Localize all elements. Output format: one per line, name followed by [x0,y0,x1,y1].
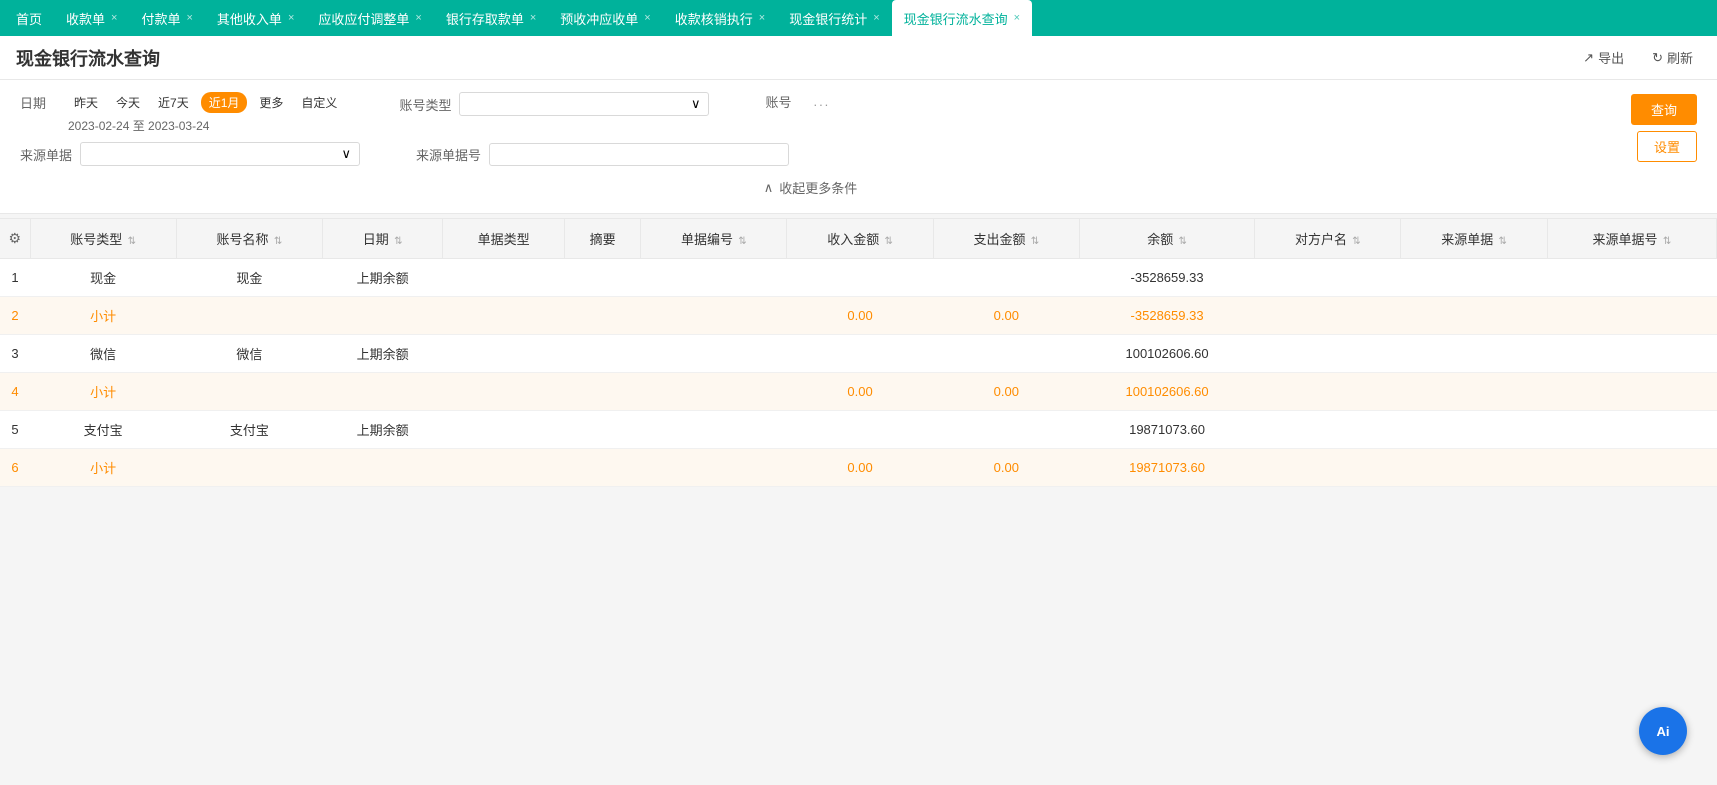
close-icon[interactable]: × [415,12,421,24]
close-icon[interactable]: × [111,12,117,24]
sort-icon[interactable]: ⇅ [885,236,893,247]
col-income: 收入金额 ⇅ [787,219,933,259]
close-icon[interactable]: × [1014,12,1020,24]
sort-icon[interactable]: ⇅ [1499,236,1507,247]
export-icon: ↗ [1583,50,1594,66]
data-table-area: ⚙ 账号类型 ⇅ 账号名称 ⇅ 日期 ⇅ 单据类型 摘要 [0,218,1717,487]
col-date: 日期 ⇅ [323,219,443,259]
header-actions: ↗ 导出 ↻ 刷新 [1575,44,1701,71]
table-row[interactable]: 2小计0.000.00-3528659.33 [0,297,1717,335]
date-label: 日期 [20,93,60,112]
nav-advance[interactable]: 预收冲应收单 × [548,0,662,36]
refresh-button[interactable]: ↻ 刷新 [1644,44,1701,71]
col-doc-type: 单据类型 [443,219,565,259]
sort-icon[interactable]: ⇅ [1663,236,1671,247]
page-header: 现金银行流水查询 ↗ 导出 ↻ 刷新 [0,36,1717,80]
col-source-doc: 来源单据 ⇅ [1401,219,1547,259]
source-doc-select[interactable]: ∨ [80,142,360,166]
nav-payment[interactable]: 付款单 × [129,0,204,36]
account-label: 账号 [765,92,805,111]
col-doc-no: 单据编号 ⇅ [641,219,787,259]
col-summary: 摘要 [565,219,641,259]
nav-cash-stats[interactable]: 现金银行统计 × [777,0,891,36]
source-doc-no-input[interactable] [489,143,789,166]
chevron-up-icon: ∧ [764,180,774,196]
nav-collection[interactable]: 收款核销执行 × [663,0,777,36]
account-type-select[interactable]: ∨ [459,92,709,116]
date-options: 昨天 今天 近7天 近1月 更多 自定义 [68,92,343,113]
setting-button[interactable]: 设置 [1637,131,1697,162]
source-doc-label: 来源单据 [20,145,72,164]
close-icon[interactable]: × [644,12,650,24]
col-balance: 余额 ⇅ [1079,219,1254,259]
table-row[interactable]: 3微信微信上期余额100102606.60 [0,335,1717,373]
account-type-label: 账号类型 [399,95,451,114]
nav-receipt[interactable]: 收款单 × [54,0,129,36]
date-7days[interactable]: 近7天 [152,92,195,113]
date-range: 2023-02-24 至 2023-03-24 [68,119,209,133]
collapse-bar[interactable]: ∧ 收起更多条件 [20,174,1601,201]
ai-button[interactable]: Ai [1639,707,1687,755]
table-settings-header: ⚙ [0,219,30,259]
sort-icon[interactable]: ⇅ [128,236,136,247]
nav-home[interactable]: 首页 [4,0,54,36]
sort-icon[interactable]: ⇅ [274,236,282,247]
table-row[interactable]: 6小计0.000.0019871073.60 [0,449,1717,487]
chevron-down-icon: ∨ [342,146,352,162]
filter-area: 日期 昨天 今天 近7天 近1月 更多 自定义 2023-02-24 至 202… [0,80,1717,214]
nav-other-income[interactable]: 其他收入单 × [205,0,306,36]
close-icon[interactable]: × [759,12,765,24]
date-custom[interactable]: 自定义 [295,92,343,113]
close-icon[interactable]: × [873,12,879,24]
page-title: 现金银行流水查询 [16,45,160,71]
close-icon[interactable]: × [186,12,192,24]
close-icon[interactable]: × [288,12,294,24]
sort-icon[interactable]: ⇅ [1352,236,1360,247]
refresh-icon: ↻ [1652,50,1663,66]
query-button[interactable]: 查询 [1631,94,1697,125]
table-row[interactable]: 4小计0.000.00100102606.60 [0,373,1717,411]
col-counterpart: 对方户名 ⇅ [1255,219,1401,259]
export-button[interactable]: ↗ 导出 [1575,44,1632,71]
date-1month[interactable]: 近1月 [201,92,248,113]
sort-icon[interactable]: ⇅ [1031,236,1039,247]
top-navigation: 首页 收款单 × 付款单 × 其他收入单 × 应收应付调整单 × 银行存取款单 … [0,0,1717,36]
account-dots[interactable]: ... [813,94,830,109]
source-doc-no-label: 来源单据号 [416,145,481,164]
date-more[interactable]: 更多 [253,92,289,113]
table-row[interactable]: 5支付宝支付宝上期余额19871073.60 [0,411,1717,449]
col-account-type: 账号类型 ⇅ [30,219,176,259]
chevron-down-icon: ∨ [691,96,701,112]
sort-icon[interactable]: ⇅ [738,236,746,247]
data-table: ⚙ 账号类型 ⇅ 账号名称 ⇅ 日期 ⇅ 单据类型 摘要 [0,218,1717,487]
sort-icon[interactable]: ⇅ [1179,236,1187,247]
col-account-name: 账号名称 ⇅ [176,219,322,259]
date-today[interactable]: 今天 [110,92,146,113]
gear-icon[interactable]: ⚙ [8,230,21,246]
nav-adjustment[interactable]: 应收应付调整单 × [306,0,433,36]
close-icon[interactable]: × [530,12,536,24]
date-yesterday[interactable]: 昨天 [68,92,104,113]
col-source-doc-no: 来源单据号 ⇅ [1547,219,1716,259]
col-expense: 支出金额 ⇅ [933,219,1079,259]
table-row[interactable]: 1现金现金上期余额-3528659.33 [0,259,1717,297]
nav-cash-flow-query[interactable]: 现金银行流水查询 × [892,0,1032,36]
nav-bank-deposit[interactable]: 银行存取款单 × [434,0,548,36]
sort-icon[interactable]: ⇅ [394,236,402,247]
